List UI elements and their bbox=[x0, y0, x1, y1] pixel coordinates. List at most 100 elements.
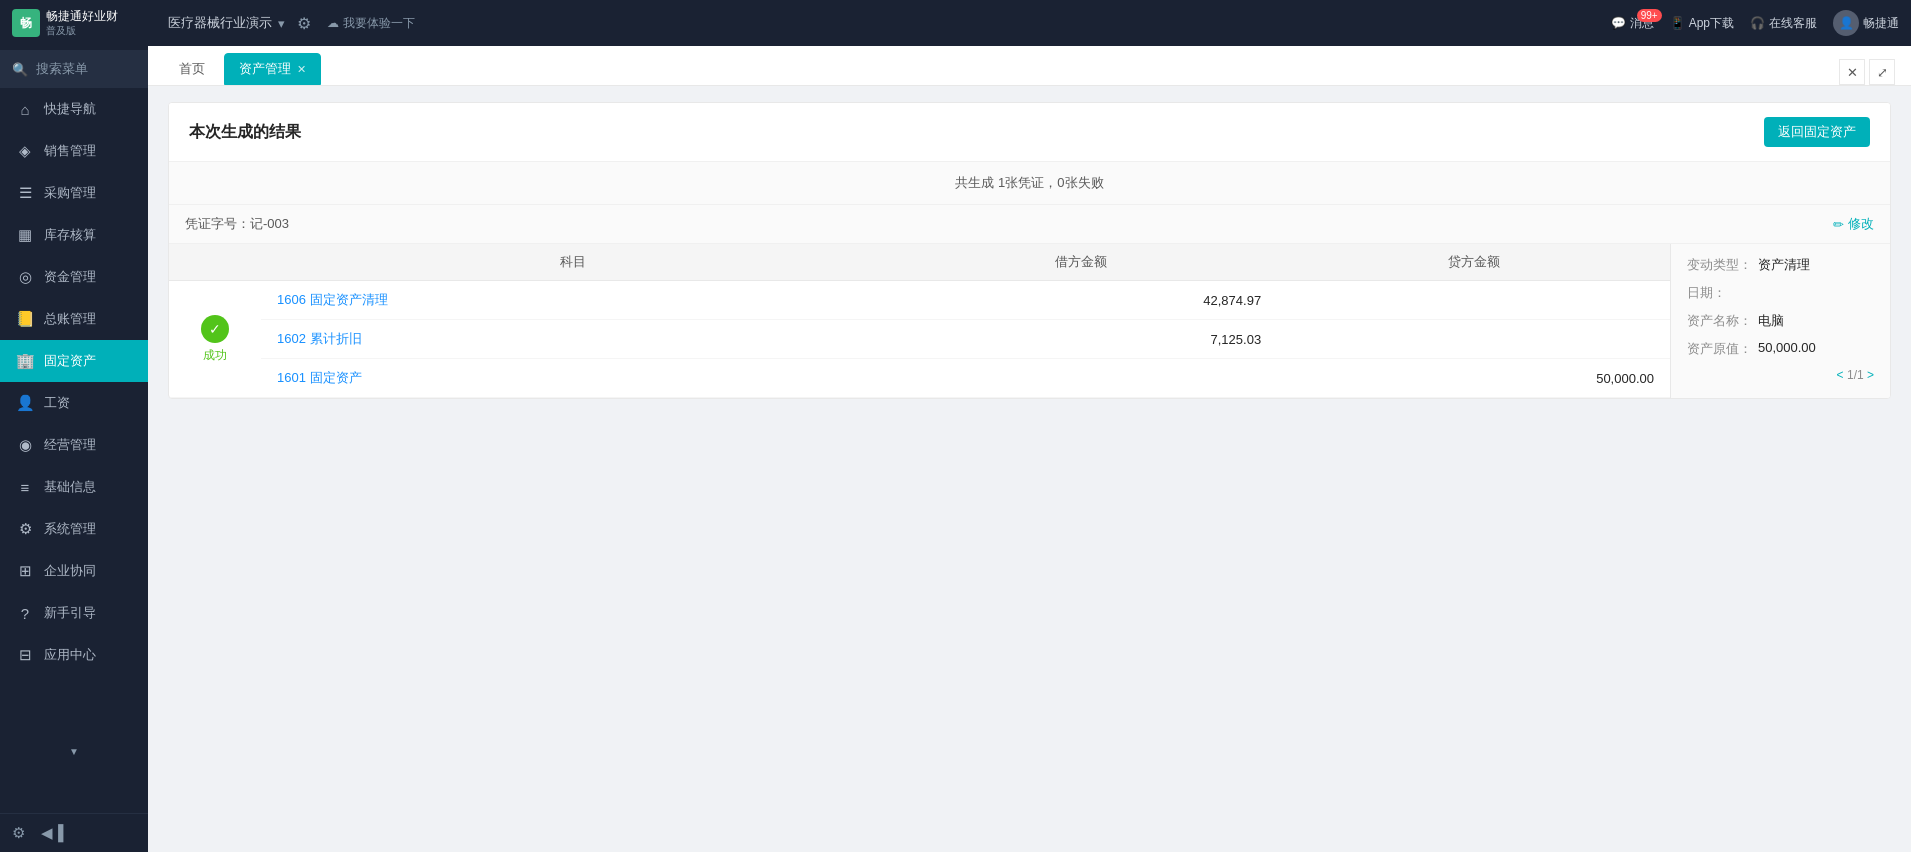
side-panel-pagination: < 1/1 > bbox=[1687, 368, 1874, 382]
tab-asset-management[interactable]: 资产管理 ✕ bbox=[224, 53, 321, 85]
sidebar-item-collaboration[interactable]: ⊞ 企业协同 bbox=[0, 550, 148, 592]
credit-cell-2 bbox=[1277, 320, 1670, 359]
sidebar-item-finance[interactable]: ◎ 资金管理 bbox=[0, 256, 148, 298]
phone-icon: 📱 bbox=[1670, 16, 1685, 30]
credit-col-header: 贷方金额 bbox=[1277, 244, 1670, 281]
online-service-button[interactable]: 🎧 在线客服 bbox=[1750, 15, 1817, 32]
sidebar-item-operations[interactable]: ◉ 经营管理 bbox=[0, 424, 148, 466]
sidebar-item-system[interactable]: ⚙ 系统管理 bbox=[0, 508, 148, 550]
tab-bar: 首页 资产管理 ✕ ✕ ⤢ bbox=[148, 46, 1911, 86]
operations-icon: ◉ bbox=[16, 436, 34, 454]
sidebar-scroll-down[interactable]: ▼ bbox=[0, 743, 148, 747]
payroll-icon: 👤 bbox=[16, 394, 34, 412]
sidebar-item-purchase[interactable]: ☰ 采购管理 bbox=[0, 172, 148, 214]
search-icon: 🔍 bbox=[12, 62, 28, 77]
app-logo-icon: 畅 bbox=[12, 9, 40, 37]
voucher-section: 凭证字号：记-003 ✏ 修改 bbox=[169, 205, 1890, 398]
home-icon: ⌂ bbox=[16, 101, 34, 118]
collaboration-icon: ⊞ bbox=[16, 562, 34, 580]
sidebar-item-quick-nav[interactable]: ⌂ 快捷导航 bbox=[0, 88, 148, 130]
prev-page-button[interactable]: < bbox=[1837, 368, 1844, 382]
cloud-icon: ☁ bbox=[327, 16, 339, 30]
avatar: 👤 bbox=[1833, 10, 1859, 36]
voucher-header: 凭证字号：记-003 ✏ 修改 bbox=[169, 205, 1890, 244]
summary-bar: 共生成 1张凭证，0张失败 bbox=[169, 162, 1890, 205]
panel-expand-button[interactable]: ⤢ bbox=[1869, 59, 1895, 85]
purchase-icon: ☰ bbox=[16, 184, 34, 202]
app-download-button[interactable]: 📱 App下载 bbox=[1670, 15, 1734, 32]
sidebar-item-app-center[interactable]: ⊟ 应用中心 bbox=[0, 634, 148, 676]
page-content: 本次生成的结果 返回固定资产 共生成 1张凭证，0张失败 凭证字号：记-003 … bbox=[148, 86, 1911, 852]
side-info-asset-value: 资产原值： 50,000.00 bbox=[1687, 340, 1874, 358]
subject-col-header: 科目 bbox=[261, 244, 884, 281]
user-menu[interactable]: 👤 畅捷通 bbox=[1833, 10, 1899, 36]
success-col-header bbox=[169, 244, 261, 281]
sidebar: ▲ 🔍 搜索菜单 ⌂ 快捷导航 ◈ 销售管理 ☰ 采购管理 ▦ 库存核算 ◎ 资… bbox=[0, 46, 148, 852]
debit-cell-3 bbox=[884, 359, 1277, 398]
panel-close-button[interactable]: ✕ bbox=[1839, 59, 1865, 85]
sidebar-bottom: ⚙ ◀▐ bbox=[0, 813, 148, 852]
side-info-date: 日期： bbox=[1687, 284, 1874, 302]
table-row: 1601 固定资产 50,000.00 bbox=[169, 359, 1670, 398]
finance-icon: ◎ bbox=[16, 268, 34, 286]
ledger-icon: 📒 bbox=[16, 310, 34, 328]
top-header: 畅 畅捷通好业财 普及版 医疗器械行业演示 ▾ ⚙ ☁ 我要体验一下 💬 消息 … bbox=[0, 0, 1911, 46]
content-area: 首页 资产管理 ✕ ✕ ⤢ 本次生成的结果 返回固定资产 bbox=[148, 46, 1911, 852]
voucher-table: 科目 借方金额 贷方金额 ✓ bbox=[169, 244, 1670, 398]
debit-col-header: 借方金额 bbox=[884, 244, 1277, 281]
sidebar-item-inventory[interactable]: ▦ 库存核算 bbox=[0, 214, 148, 256]
system-icon: ⚙ bbox=[16, 520, 34, 538]
company-dropdown-arrow: ▾ bbox=[278, 16, 285, 31]
expand-icon: ⤢ bbox=[1877, 65, 1888, 80]
sidebar-item-guide[interactable]: ? 新手引导 bbox=[0, 592, 148, 634]
sidebar-item-payroll[interactable]: 👤 工资 bbox=[0, 382, 148, 424]
page-title: 本次生成的结果 bbox=[189, 122, 301, 143]
edit-icon: ✏ bbox=[1833, 217, 1844, 232]
subject-cell-2[interactable]: 1602 累计折旧 bbox=[261, 320, 884, 359]
sidebar-item-basic-info[interactable]: ≡ 基础信息 bbox=[0, 466, 148, 508]
message-icon: 💬 bbox=[1611, 16, 1626, 30]
app-center-icon: ⊟ bbox=[16, 646, 34, 664]
side-info-change-type: 变动类型： 资产清理 bbox=[1687, 256, 1874, 274]
asset-name-value: 电脑 bbox=[1758, 312, 1784, 330]
logo-area: 畅 畅捷通好业财 普及版 bbox=[12, 9, 160, 38]
return-button[interactable]: 返回固定资产 bbox=[1764, 117, 1870, 147]
sidebar-item-fixed-assets[interactable]: 🏢 固定资产 bbox=[0, 340, 148, 382]
side-info-asset-name: 资产名称： 电脑 bbox=[1687, 312, 1874, 330]
subject-cell-1[interactable]: 1606 固定资产清理 bbox=[261, 281, 884, 320]
notifications-badge: 99+ bbox=[1637, 9, 1662, 22]
asset-value-label: 资产原值： bbox=[1687, 340, 1752, 358]
tab-close-icon[interactable]: ✕ bbox=[297, 63, 306, 76]
debit-cell-1: 42,874.97 bbox=[884, 281, 1277, 320]
header-settings-icon[interactable]: ⚙ bbox=[297, 14, 311, 33]
success-status: ✓ 成功 bbox=[185, 315, 245, 364]
sidebar-item-ledger[interactable]: 📒 总账管理 bbox=[0, 298, 148, 340]
table-row: ✓ 成功 1606 固定资产清理 42,874.97 bbox=[169, 281, 1670, 320]
voucher-number: 凭证字号：记-003 bbox=[185, 215, 289, 233]
sidebar-settings-icon[interactable]: ⚙ bbox=[12, 824, 25, 842]
header-right-actions: 💬 消息 99+ 📱 App下载 🎧 在线客服 👤 畅捷通 bbox=[1611, 10, 1899, 36]
edit-button[interactable]: ✏ 修改 bbox=[1833, 215, 1874, 233]
company-selector[interactable]: 医疗器械行业演示 ▾ bbox=[168, 14, 285, 32]
inventory-icon: ▦ bbox=[16, 226, 34, 244]
fixed-assets-icon: 🏢 bbox=[16, 352, 34, 370]
debit-cell-2: 7,125.03 bbox=[884, 320, 1277, 359]
date-label: 日期： bbox=[1687, 284, 1726, 302]
asset-value-value: 50,000.00 bbox=[1758, 340, 1816, 358]
main-layout: ▲ 🔍 搜索菜单 ⌂ 快捷导航 ◈ 销售管理 ☰ 采购管理 ▦ 库存核算 ◎ 资… bbox=[0, 46, 1911, 852]
table-row: 1602 累计折旧 7,125.03 bbox=[169, 320, 1670, 359]
close-icon: ✕ bbox=[1847, 65, 1858, 80]
notifications-button[interactable]: 💬 消息 99+ bbox=[1611, 15, 1654, 32]
asset-name-label: 资产名称： bbox=[1687, 312, 1752, 330]
result-header: 本次生成的结果 返回固定资产 bbox=[169, 103, 1890, 162]
sidebar-collapse-button[interactable]: ◀▐ bbox=[41, 824, 64, 842]
sidebar-search-button[interactable]: 🔍 搜索菜单 bbox=[0, 50, 148, 88]
voucher-table-wrap: 科目 借方金额 贷方金额 ✓ bbox=[169, 244, 1670, 398]
guide-icon: ? bbox=[16, 605, 34, 622]
next-page-button[interactable]: > bbox=[1867, 368, 1874, 382]
subject-cell-3[interactable]: 1601 固定资产 bbox=[261, 359, 884, 398]
tab-home[interactable]: 首页 bbox=[164, 53, 220, 85]
sidebar-item-sales[interactable]: ◈ 销售管理 bbox=[0, 130, 148, 172]
experience-button[interactable]: ☁ 我要体验一下 bbox=[327, 15, 415, 32]
user-icon: 👤 bbox=[1839, 16, 1854, 30]
